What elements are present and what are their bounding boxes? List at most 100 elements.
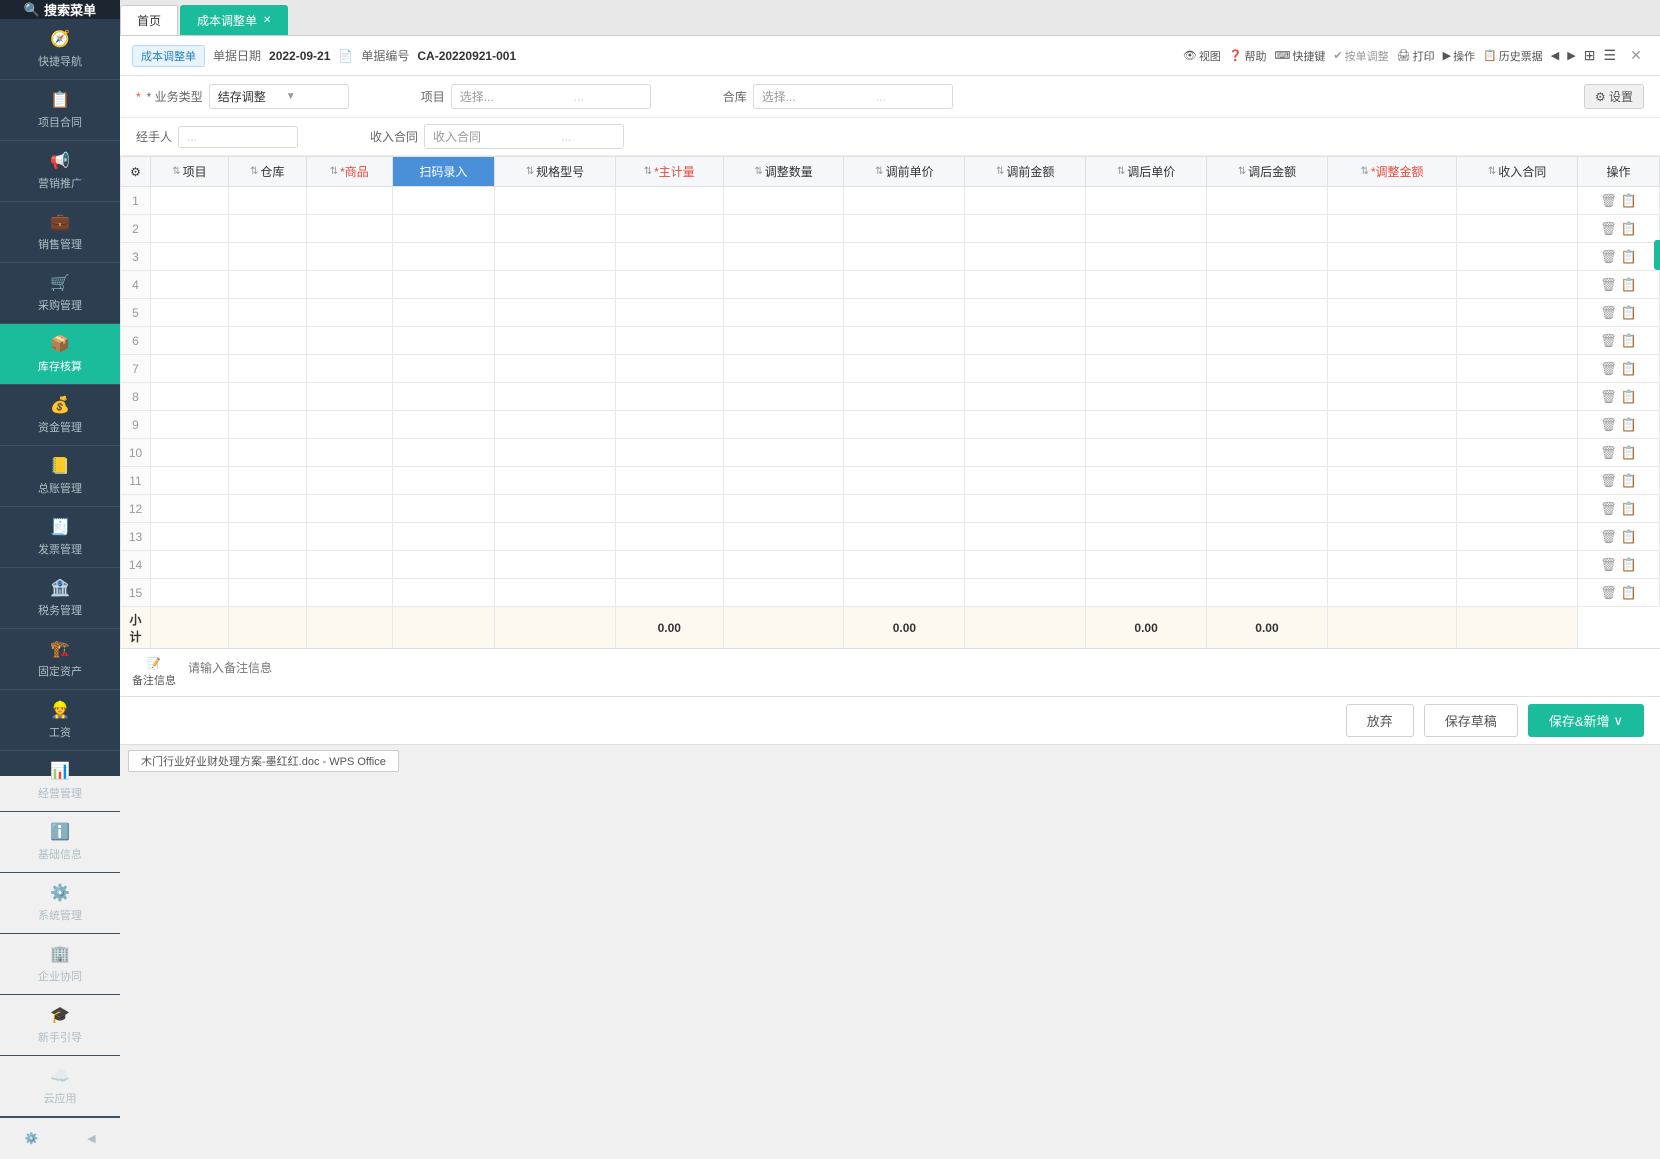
cell-15-6[interactable] [723,579,844,607]
tab-cost-adjust[interactable]: 成本调整单 ✕ [180,5,288,35]
cell-8-1[interactable] [228,383,306,411]
cell-9-7[interactable] [844,411,965,439]
cell-14-7[interactable] [844,551,965,579]
copy-icon-12[interactable]: 📋 [1621,501,1637,517]
sidebar-item-purchase-mgmt[interactable]: 🛒采购管理 [0,263,120,324]
cell-11-5[interactable] [615,467,723,495]
cell-11-11[interactable] [1327,467,1456,495]
cell-7-7[interactable] [844,355,965,383]
sidebar-search-text[interactable]: 搜索菜单 [44,0,96,19]
cell-14-4[interactable] [495,551,616,579]
cell-11-2[interactable] [306,467,392,495]
cell-2-6[interactable] [723,215,844,243]
sidebar-item-fixed-assets[interactable]: 🏗️固定资产 [0,629,120,690]
cell-8-8[interactable] [965,383,1086,411]
cell-1-3[interactable] [392,187,494,215]
cell-15-2[interactable] [306,579,392,607]
cell-7-3[interactable] [392,355,494,383]
cell-4-11[interactable] [1327,271,1456,299]
cell-1-12[interactable] [1457,187,1578,215]
toolbar-operation[interactable]: ▶ 操作 [1443,48,1475,64]
cell-2-3[interactable] [392,215,494,243]
copy-icon-3[interactable]: 📋 [1621,249,1637,265]
abandon-button[interactable]: 放弃 [1346,704,1414,737]
cell-15-5[interactable] [615,579,723,607]
cell-13-12[interactable] [1457,523,1578,551]
cell-12-12[interactable] [1457,495,1578,523]
cell-2-4[interactable] [495,215,616,243]
cell-15-1[interactable] [228,579,306,607]
cell-5-5[interactable] [615,299,723,327]
cell-9-6[interactable] [723,411,844,439]
cell-5-11[interactable] [1327,299,1456,327]
toolbar-check-adjust[interactable]: ✔ 按单调整 [1333,48,1388,64]
cell-14-0[interactable] [151,551,229,579]
toolbar-shortcut[interactable]: ⌨ 快捷键 [1275,48,1326,64]
sidebar-item-newbie[interactable]: 🎓新手引导 [0,995,120,1056]
cell-15-12[interactable] [1457,579,1578,607]
cell-1-7[interactable] [844,187,965,215]
cell-13-2[interactable] [306,523,392,551]
cell-2-0[interactable] [151,215,229,243]
delete-icon-11[interactable]: 🗑 [1600,473,1617,489]
cell-4-10[interactable] [1207,271,1328,299]
cell-1-11[interactable] [1327,187,1456,215]
cell-8-5[interactable] [615,383,723,411]
sidebar-item-fund-mgmt[interactable]: 💰资金管理 [0,385,120,446]
business-type-select[interactable]: 结存调整 ▼ [209,84,349,109]
cell-13-10[interactable] [1207,523,1328,551]
cell-13-6[interactable] [723,523,844,551]
sidebar-item-tax-mgmt[interactable]: 🏦税务管理 [0,568,120,629]
cell-10-3[interactable] [392,439,494,467]
sidebar-item-payroll[interactable]: 👷工资 [0,690,120,751]
copy-icon-14[interactable]: 📋 [1621,557,1637,573]
cell-9-11[interactable] [1327,411,1456,439]
settings-nav-item[interactable]: ⚙️ [20,1124,42,1153]
taskbar-wps-item[interactable]: 木门行业好业财处理方案-墨红红.doc - WPS Office [128,750,399,772]
cell-8-4[interactable] [495,383,616,411]
delete-icon-10[interactable]: 🗑 [1600,445,1617,461]
cell-1-2[interactable] [306,187,392,215]
cell-14-5[interactable] [615,551,723,579]
cell-7-10[interactable] [1207,355,1328,383]
cell-2-1[interactable] [228,215,306,243]
cell-13-4[interactable] [495,523,616,551]
cell-13-5[interactable] [615,523,723,551]
sidebar-item-cloud-app[interactable]: ☁️云应用 [0,1056,120,1117]
cell-12-11[interactable] [1327,495,1456,523]
toolbar-view[interactable]: 👁 视图 [1183,48,1221,64]
sidebar-item-inventory[interactable]: 📦库存核算 [0,324,120,385]
cell-4-1[interactable] [228,271,306,299]
cell-4-12[interactable] [1457,271,1578,299]
copy-icon-4[interactable]: 📋 [1621,277,1637,293]
cell-7-1[interactable] [228,355,306,383]
cell-6-10[interactable] [1207,327,1328,355]
cell-3-7[interactable] [844,243,965,271]
toolbar-nav-next[interactable]: ▶ [1567,49,1575,62]
cell-8-6[interactable] [723,383,844,411]
copy-icon-1[interactable]: 📋 [1621,193,1637,209]
cell-13-1[interactable] [228,523,306,551]
cell-13-3[interactable] [392,523,494,551]
cell-4-2[interactable] [306,271,392,299]
cell-12-10[interactable] [1207,495,1328,523]
copy-icon-7[interactable]: 📋 [1621,361,1637,377]
cell-10-4[interactable] [495,439,616,467]
cell-2-2[interactable] [306,215,392,243]
cell-3-4[interactable] [495,243,616,271]
cell-12-7[interactable] [844,495,965,523]
th-scan-entry[interactable]: 扫码录入 [392,157,494,187]
notes-icon-label[interactable]: 📝 备注信息 [132,657,176,688]
sidebar-item-ops-mgmt[interactable]: 📊经营管理 [0,751,120,812]
cell-5-12[interactable] [1457,299,1578,327]
cell-10-8[interactable] [965,439,1086,467]
cell-9-0[interactable] [151,411,229,439]
cell-14-3[interactable] [392,551,494,579]
copy-icon-8[interactable]: 📋 [1621,389,1637,405]
cell-9-8[interactable] [965,411,1086,439]
cell-8-9[interactable] [1086,383,1207,411]
copy-icon-5[interactable]: 📋 [1621,305,1637,321]
cell-7-9[interactable] [1086,355,1207,383]
cell-15-11[interactable] [1327,579,1456,607]
cell-6-0[interactable] [151,327,229,355]
